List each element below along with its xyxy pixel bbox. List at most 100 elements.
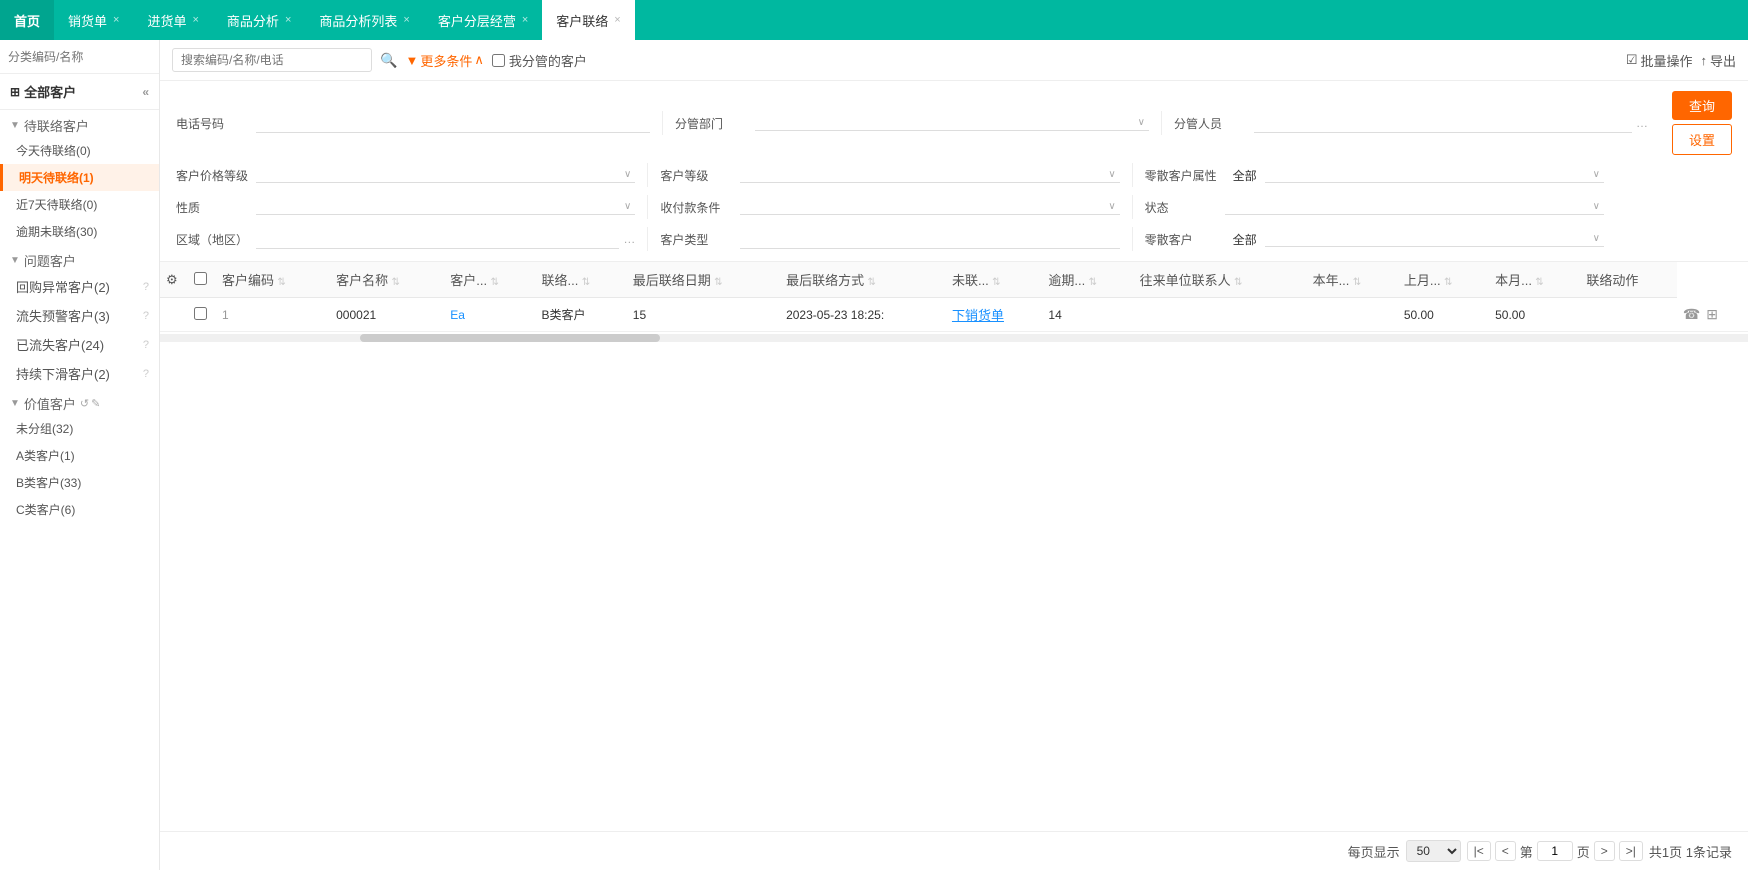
row-type: B类客户 (536, 298, 627, 332)
sidebar-item-declining[interactable]: 持续下滑客户(2) ? (0, 359, 159, 388)
th-this-month[interactable]: 本月... ⇅ (1489, 262, 1580, 298)
nav-goods-list-close[interactable]: × (403, 14, 409, 26)
sidebar-item-repurchase[interactable]: 回购异常客户(2) ? (0, 272, 159, 301)
filter-search-button[interactable]: 🔍 (380, 52, 397, 69)
sidebar-item-7days[interactable]: 近7天待联络(0) (0, 191, 159, 218)
row-checkbox-cell[interactable] (188, 298, 216, 332)
total-records: 共1页 1条记录 (1649, 842, 1732, 861)
filter-dept-select[interactable]: ∨ (755, 115, 1149, 131)
nav-customer-tier[interactable]: 客户分层经营 × (424, 0, 542, 40)
horizontal-scrollbar[interactable] (160, 334, 1748, 342)
nav-goods-analysis[interactable]: 商品分析 × (213, 0, 305, 40)
th-code[interactable]: 客户编码 ⇅ (216, 262, 330, 298)
nav-customer-tier-close[interactable]: × (522, 14, 528, 26)
row-action-phone-icon[interactable]: ☎ (1683, 306, 1700, 323)
row-num: 1 (216, 298, 330, 332)
row-last-month: 50.00 (1489, 298, 1580, 332)
sidebar-item-c-class[interactable]: C类客户(6) (0, 496, 159, 523)
query-button[interactable]: 查询 (1672, 91, 1732, 120)
sidebar-item-b-class[interactable]: B类客户(33) (0, 469, 159, 496)
filter-customer-level-select[interactable]: ∨ (740, 167, 1119, 183)
filter-payment: 收付款条件 ∨ (660, 199, 1119, 216)
filter-retail-customer-select[interactable]: ∨ (1265, 231, 1604, 247)
filter-phone-input[interactable] (256, 114, 650, 133)
scroll-thumb[interactable] (360, 334, 660, 342)
page-end-label: 页 (1577, 842, 1590, 861)
last-page-btn[interactable]: >| (1619, 841, 1643, 861)
sidebar-all-customers[interactable]: ⊞ 全部客户 « (0, 74, 159, 110)
nav-home[interactable]: 首页 (0, 0, 54, 40)
th-last-date[interactable]: 最后联络日期 ⇅ (627, 262, 780, 298)
sidebar-item-overdue[interactable]: 逾期未联络(30) (0, 218, 159, 245)
nav-sales[interactable]: 销货单 × (54, 0, 133, 40)
th-contact-count[interactable]: 联络... ⇅ (536, 262, 627, 298)
sidebar-collapse-icon[interactable]: « (142, 85, 149, 99)
sidebar-item-churned[interactable]: 已流失客户(24) ? (0, 330, 159, 359)
refresh-icon[interactable]: ↺ (80, 397, 89, 410)
sort-icon-person: ⇅ (1234, 277, 1242, 288)
export-btn[interactable]: ↑ 导出 (1700, 51, 1736, 70)
next-page-btn[interactable]: > (1594, 841, 1615, 861)
nav-customer-contact[interactable]: 客户联络 × (542, 0, 634, 40)
th-this-year[interactable]: 本年... ⇅ (1307, 262, 1398, 298)
row-last-method[interactable]: 下销货单 (946, 298, 1042, 332)
th-settings[interactable]: ⚙ (160, 262, 188, 298)
filter-search-input[interactable] (172, 48, 372, 72)
sidebar-search-input[interactable] (8, 50, 160, 64)
th-last-month[interactable]: 上月... ⇅ (1398, 262, 1489, 298)
nav-goods-analysis-close[interactable]: × (285, 14, 291, 26)
filter-region-dots[interactable]: … (623, 232, 635, 246)
select-all-checkbox[interactable] (194, 272, 207, 285)
row-this-month (1580, 298, 1676, 332)
page-num-input[interactable] (1537, 841, 1573, 861)
filter-gender-select[interactable]: ∨ (256, 199, 635, 215)
th-last-method[interactable]: 最后联络方式 ⇅ (780, 262, 946, 298)
th-no-contact[interactable]: 未联... ⇅ (946, 262, 1042, 298)
sidebar-item-churn-warning[interactable]: 流失预警客户(3) ? (0, 301, 159, 330)
sidebar-item-ungrouped[interactable]: 未分组(32) (0, 415, 159, 442)
sort-icon-lastmonth: ⇅ (1444, 277, 1452, 288)
row-name[interactable]: Ea (444, 298, 535, 332)
row-this-year: 50.00 (1398, 298, 1489, 332)
nav-sales-close[interactable]: × (113, 14, 119, 26)
row-checkbox[interactable] (194, 307, 207, 320)
th-overdue[interactable]: 逾期... ⇅ (1042, 262, 1133, 298)
check-icon: ☑ (1626, 52, 1638, 68)
prev-page-btn[interactable]: < (1495, 841, 1516, 861)
sidebar-item-today[interactable]: 今天待联络(0) (0, 137, 159, 164)
settings-button[interactable]: 设置 (1672, 124, 1732, 155)
edit-icon[interactable]: ✎ (91, 397, 100, 410)
filter-dept: 分管部门 ∨ (675, 115, 1149, 132)
th-name[interactable]: 客户名称 ⇅ (330, 262, 444, 298)
last-method-link[interactable]: 下销货单 (952, 308, 1004, 323)
gear-icon[interactable]: ⚙ (166, 272, 178, 287)
nav-purchase[interactable]: 进货单 × (133, 0, 212, 40)
per-page-select[interactable]: 50 100 200 (1406, 840, 1461, 862)
filter-customer-type-input[interactable] (740, 230, 1119, 249)
filter-manager-input[interactable] (1254, 114, 1632, 133)
filter-price-level-select[interactable]: ∨ (256, 167, 635, 183)
more-conditions-toggle[interactable]: ▼ 更多条件 ∧ (405, 51, 483, 70)
sort-icon-method: ⇅ (867, 277, 875, 288)
batch-ops-btn[interactable]: ☑ 批量操作 (1626, 51, 1693, 70)
th-contact-person[interactable]: 往来单位联系人 ⇅ (1134, 262, 1307, 298)
th-checkbox[interactable] (188, 262, 216, 298)
nav-customer-contact-close[interactable]: × (614, 14, 620, 26)
sidebar-search-area: 🔍 (0, 40, 159, 74)
row-action-more-icon[interactable]: ⊞ (1706, 306, 1718, 323)
first-page-btn[interactable]: |< (1467, 841, 1491, 861)
filter-manager-dots[interactable]: … (1636, 116, 1648, 130)
my-customers-checkbox[interactable]: 我分管的客户 (492, 51, 587, 70)
th-type[interactable]: 客户... ⇅ (444, 262, 535, 298)
my-customers-check[interactable] (492, 54, 505, 67)
sort-icon-year: ⇅ (1353, 277, 1361, 288)
sidebar-item-a-class[interactable]: A类客户(1) (0, 442, 159, 469)
filter-status-select[interactable]: ∨ (1225, 199, 1604, 215)
sidebar-item-tomorrow[interactable]: 明天待联络(1) (0, 164, 159, 191)
filter-region-input[interactable] (256, 230, 619, 249)
filter-payment-select[interactable]: ∨ (740, 199, 1119, 215)
filter-retail-attr-select[interactable]: ∨ (1265, 167, 1604, 183)
nav-purchase-close[interactable]: × (192, 14, 198, 26)
filter-price-level: 客户价格等级 ∨ (176, 167, 635, 184)
nav-goods-list[interactable]: 商品分析列表 × (305, 0, 423, 40)
